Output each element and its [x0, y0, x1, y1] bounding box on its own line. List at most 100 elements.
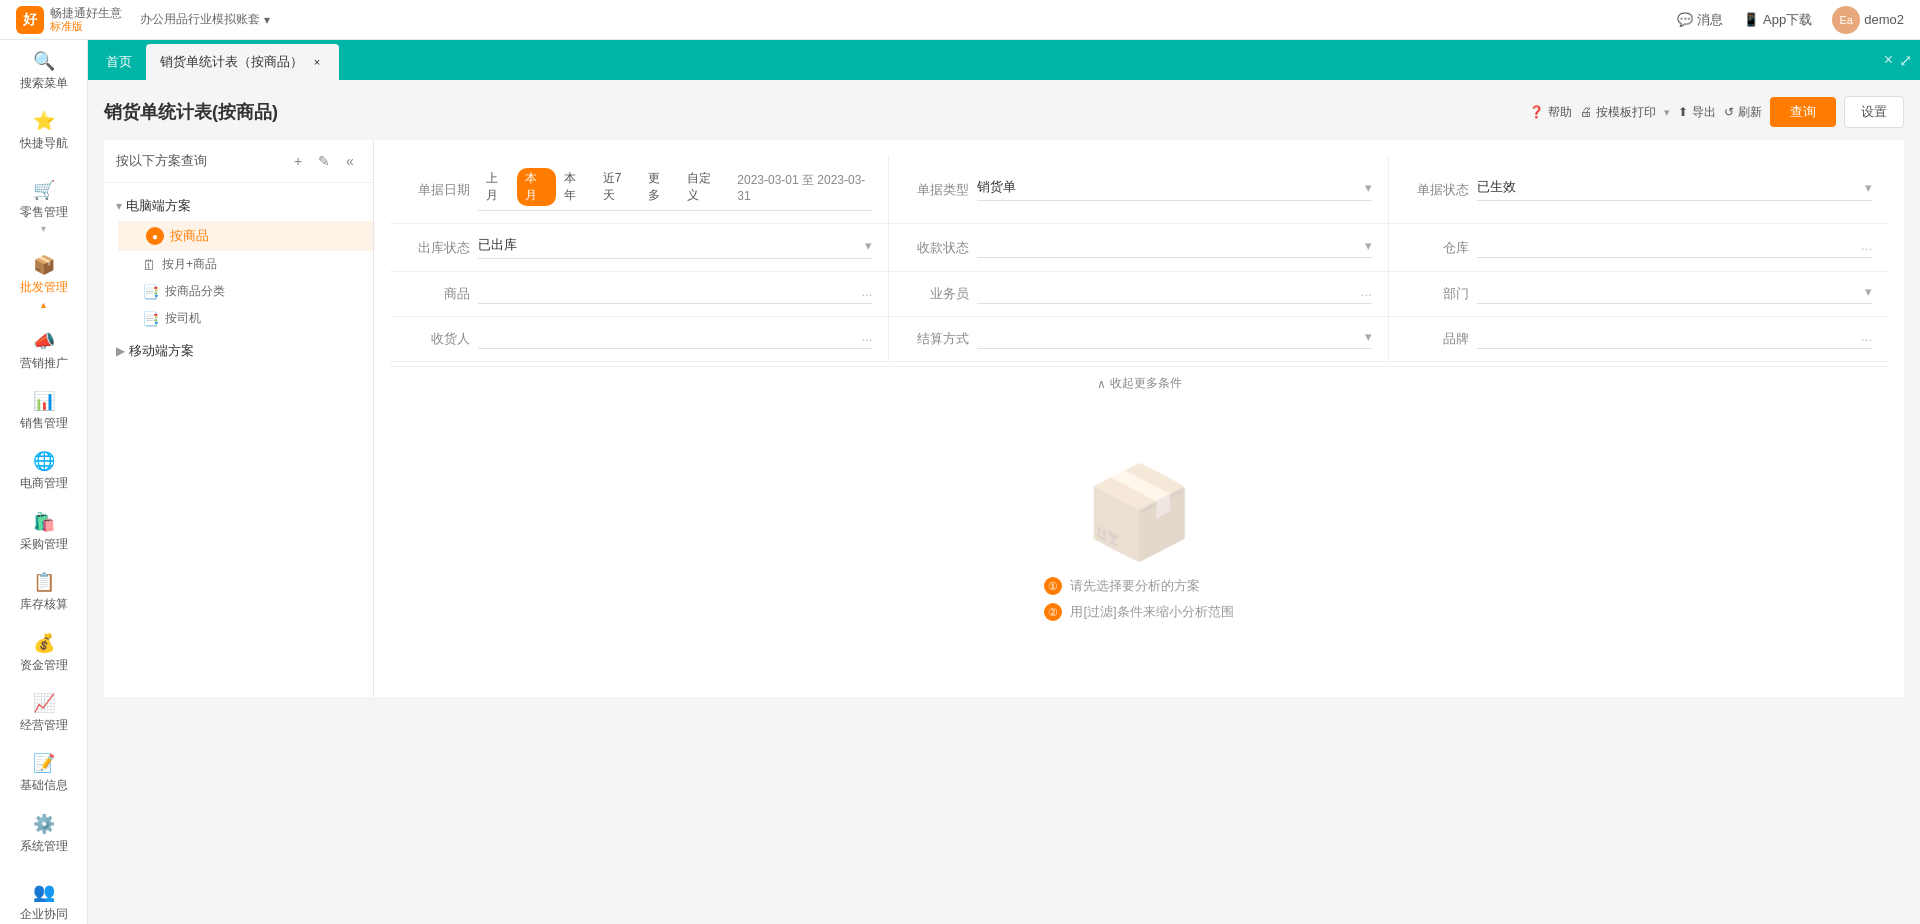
tab-report-label: 销货单统计表（按商品）	[160, 53, 303, 71]
export-btn[interactable]: ⬆ 导出	[1678, 104, 1716, 121]
hint-2-num: ②	[1044, 603, 1062, 621]
filter-section: 单据日期 上月 本月 本年 近7天 更多 自定义	[390, 156, 1888, 400]
wholesale-icon: 📦	[33, 254, 55, 276]
filter-brand-value[interactable]: ...	[1477, 329, 1872, 349]
tree-group-pc-label: 电脑端方案	[126, 197, 191, 215]
refresh-btn[interactable]: ↺ 刷新	[1724, 104, 1762, 121]
filter-settle-value[interactable]: ▾	[977, 329, 1371, 349]
filter-row-2: 出库状态 已出库 ▾ 收款状态	[390, 224, 1888, 272]
filter-brand-cell: 品牌 ...	[1389, 317, 1888, 361]
sidebar-item-system[interactable]: ⚙️ 系统管理	[0, 803, 87, 863]
marketing-icon: 📣	[33, 330, 55, 352]
empty-icon: 📦	[1083, 460, 1195, 565]
sidebar-item-enterprise[interactable]: 👥 企业协同	[0, 871, 87, 924]
sidebar-item-marketing[interactable]: 📣 营销推广	[0, 320, 87, 380]
sidebar-item-purchase[interactable]: 🛍️ 采购管理	[0, 501, 87, 561]
top-bar-left: 好 畅捷通好生意 标准版 办公用品行业模拟账套 ▾	[16, 6, 270, 34]
message-btn[interactable]: 💬 消息	[1677, 11, 1723, 29]
scheme-panel-title: 按以下方案查询	[116, 152, 207, 170]
help-btn[interactable]: ❓ 帮助	[1529, 104, 1572, 121]
filter-doc-type-cell: 单据类型 销货单 ▾	[889, 156, 1388, 223]
filter-salesperson-value[interactable]: ...	[977, 284, 1371, 304]
filter-row-4: 收货人 ... 结算方式 ▾	[390, 317, 1888, 362]
filter-warehouse-label: 仓库	[1405, 239, 1477, 257]
sidebar-item-retail[interactable]: 🛒 零售管理 ▾	[0, 169, 87, 244]
filter-out-status-value[interactable]: 已出库 ▾	[478, 236, 872, 259]
system-icon: ⚙️	[33, 813, 55, 835]
sidebar-item-inventory[interactable]: 📋 库存核算	[0, 561, 87, 621]
scheme-add-btn[interactable]: +	[287, 150, 309, 172]
sidebar-item-operation[interactable]: 📈 经营管理	[0, 682, 87, 742]
app-download-btn[interactable]: 📱 App下载	[1743, 11, 1812, 29]
sidebar-item-search[interactable]: 🔍 搜索菜单	[0, 40, 87, 100]
filter-doc-type-label: 单据类型	[905, 181, 977, 199]
date-btn-custom[interactable]: 自定义	[679, 168, 729, 206]
query-btn[interactable]: 查询	[1770, 97, 1836, 127]
filter-doc-status-label: 单据状态	[1405, 181, 1477, 199]
collapse-conditions-btn[interactable]: ∧ 收起更多条件	[390, 366, 1888, 400]
date-btn-prev-month[interactable]: 上月	[478, 168, 517, 206]
tree-group-pc-header[interactable]: ▾ 电脑端方案	[104, 191, 373, 221]
tab-home-label: 首页	[106, 53, 132, 71]
filter-dept-value[interactable]: ▾	[1477, 284, 1872, 304]
sidebar-item-finance[interactable]: 💰 资金管理	[0, 622, 87, 682]
print-chevron-icon: ▾	[1664, 106, 1670, 119]
tab-bar-actions: × ⤢	[1884, 40, 1920, 80]
tree-item-by-cashier[interactable]: 📑 按司机	[118, 305, 373, 332]
dept-arrow-icon: ▾	[1865, 284, 1872, 299]
scheme-edit-btn[interactable]: ✎	[313, 150, 335, 172]
export-icon: ⬆	[1678, 105, 1688, 119]
avatar: Ea	[1832, 6, 1860, 34]
print-icon: 🖨	[1580, 105, 1592, 119]
filter-settle-label: 结算方式	[905, 330, 977, 348]
sidebar-item-ecommerce[interactable]: 🌐 电商管理	[0, 440, 87, 500]
settle-arrow-icon: ▾	[1365, 329, 1372, 344]
collapse-chevron-icon: ∧	[1097, 377, 1106, 391]
content-area: 首页 销货单统计表（按商品） × × ⤢ 销货单统计表(按商品)	[88, 40, 1920, 924]
tree-group-mobile-header[interactable]: ▶ 移动端方案	[104, 336, 373, 366]
filter-doc-status-value[interactable]: 已生效 ▾	[1477, 178, 1872, 201]
print-btn[interactable]: 🖨 按模板打印 ▾	[1580, 104, 1670, 121]
tree-item-by-product[interactable]: ● 按商品	[118, 221, 373, 251]
scheme-collapse-btn[interactable]: «	[339, 150, 361, 172]
tab-expand-btn[interactable]: ⤢	[1899, 51, 1912, 70]
filter-payment-value[interactable]: ▾	[977, 238, 1371, 258]
tree-item-by-category[interactable]: 📑 按商品分类	[118, 278, 373, 305]
date-btn-7days[interactable]: 近7天	[595, 168, 640, 206]
help-icon: ❓	[1529, 105, 1544, 119]
refresh-icon: ↺	[1724, 105, 1734, 119]
filter-doc-type-value[interactable]: 销货单 ▾	[977, 178, 1371, 201]
tree-item-by-month-product[interactable]: 🗓 按月+商品	[118, 251, 373, 278]
main-split-panel: 按以下方案查询 + ✎ « ▾	[104, 140, 1904, 697]
tab-report[interactable]: 销货单统计表（按商品） ×	[146, 44, 339, 80]
retail-icon: 🛒	[33, 179, 55, 201]
sidebar-item-sales[interactable]: 📊 销售管理	[0, 380, 87, 440]
filter-product-value[interactable]: ...	[478, 284, 872, 304]
scheme-panel-actions: + ✎ «	[287, 150, 361, 172]
filter-out-status-label: 出库状态	[406, 239, 478, 257]
quick-nav-icon: ⭐	[33, 110, 55, 132]
filter-date-value: 上月 本月 本年 近7天 更多 自定义 2023-03-01 至 2023-03…	[478, 168, 872, 211]
user-menu[interactable]: Ea demo2	[1832, 6, 1904, 34]
sidebar-item-basic[interactable]: 📝 基础信息	[0, 742, 87, 802]
sidebar-item-quick[interactable]: ⭐ 快捷导航	[0, 100, 87, 160]
breadcrumb[interactable]: 办公用品行业模拟账套 ▾	[140, 11, 270, 28]
date-btn-this-month[interactable]: 本月	[517, 168, 556, 206]
logo-text: 畅捷通好生意 标准版	[50, 6, 122, 34]
logo-icon: 好	[16, 6, 44, 34]
settings-btn[interactable]: 设置	[1844, 96, 1904, 128]
filter-date-cell: 单据日期 上月 本月 本年 近7天 更多 自定义	[390, 156, 889, 223]
empty-hint-2: ② 用[过滤]条件来缩小分析范围	[1044, 603, 1233, 621]
filter-recipient-value[interactable]: ...	[478, 329, 872, 349]
filter-out-status-cell: 出库状态 已出库 ▾	[390, 224, 889, 271]
tab-minimize-btn[interactable]: ×	[1884, 51, 1893, 69]
month-product-icon: 🗓	[142, 257, 156, 273]
date-filter-buttons: 上月 本月 本年 近7天 更多 自定义 2023-03-01 至 2023-03…	[478, 168, 872, 206]
tab-close-btn[interactable]: ×	[309, 54, 325, 70]
filter-product-label: 商品	[406, 285, 478, 303]
sidebar-item-wholesale[interactable]: 📦 批发管理 ▴	[0, 244, 87, 319]
filter-warehouse-value[interactable]: ...	[1477, 238, 1872, 258]
date-btn-more[interactable]: 更多	[640, 168, 679, 206]
date-btn-this-year[interactable]: 本年	[556, 168, 595, 206]
tab-home[interactable]: 首页	[92, 44, 146, 80]
